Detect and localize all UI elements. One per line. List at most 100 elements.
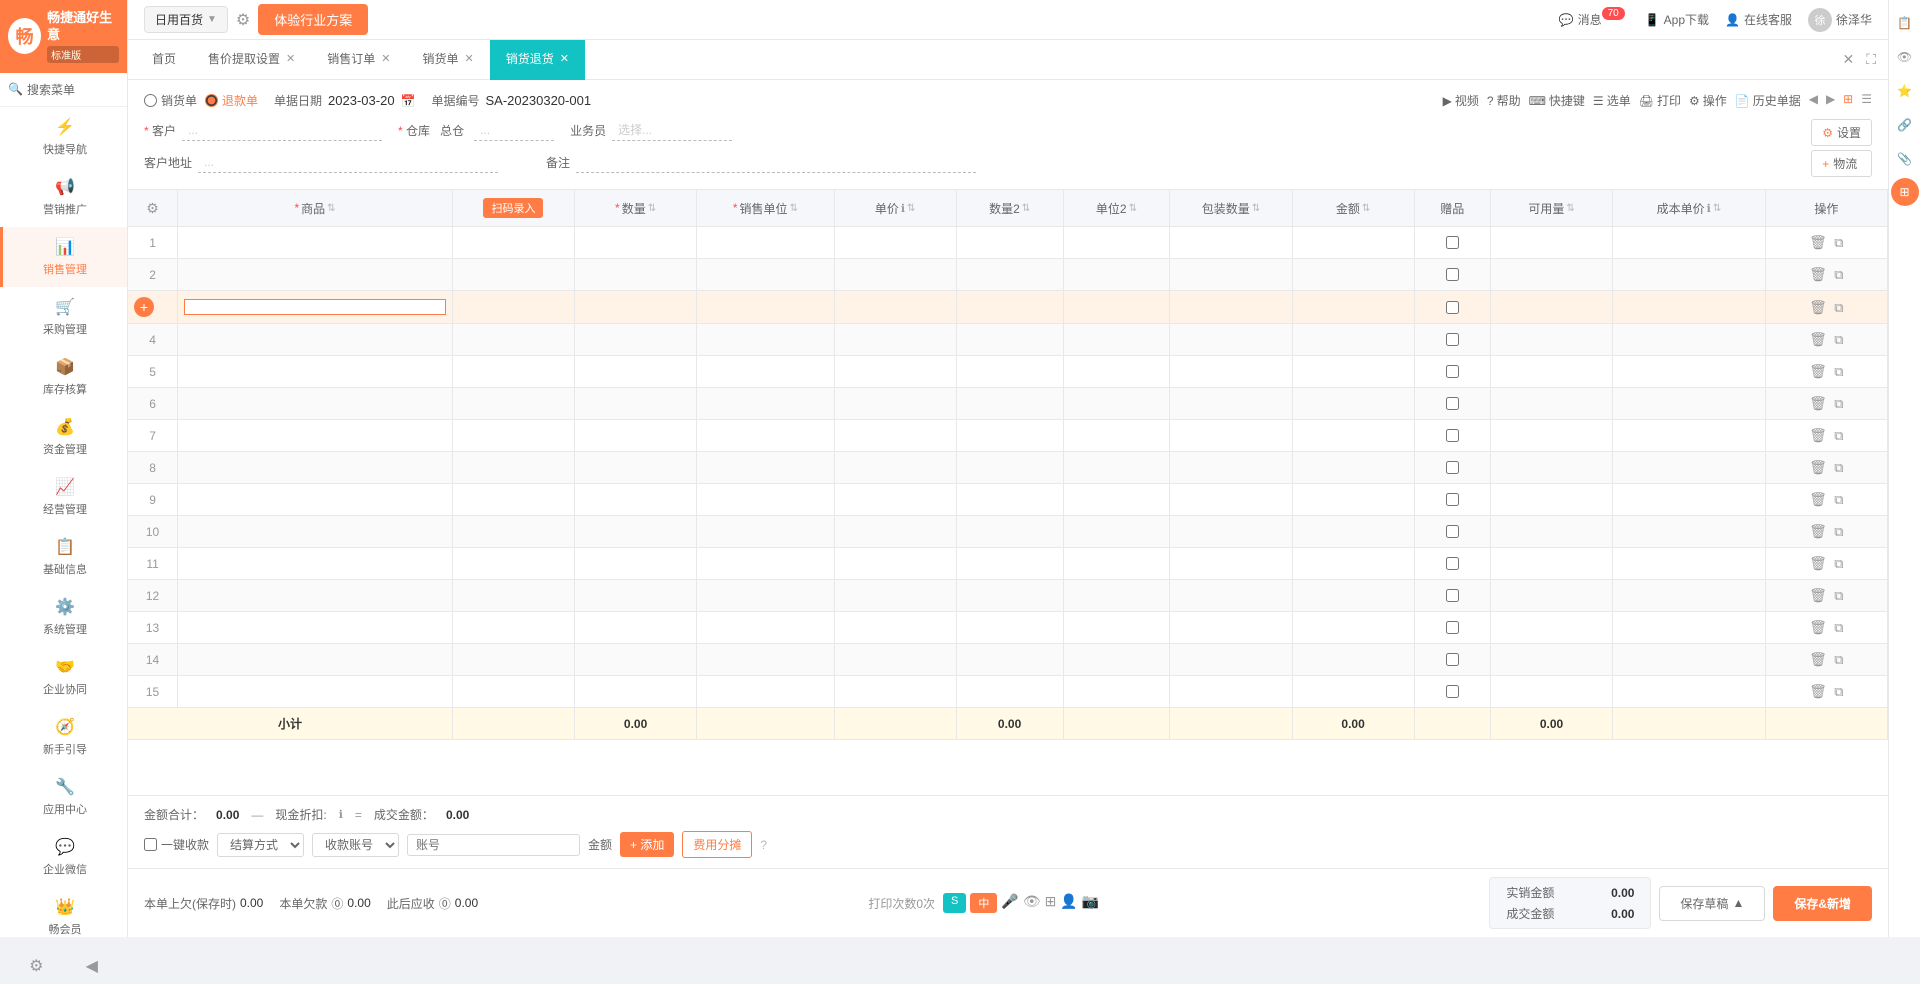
radio-return-input[interactable] [205, 94, 218, 107]
available-cell[interactable] [1490, 324, 1612, 356]
amount-cell[interactable] [1292, 516, 1414, 548]
copy-row-icon[interactable]: ⧉ [1834, 300, 1843, 315]
qty2-cell[interactable] [956, 452, 1063, 484]
qty2-cell[interactable] [956, 420, 1063, 452]
copy-row-icon[interactable]: ⧉ [1834, 460, 1843, 475]
gift-cell[interactable] [1414, 324, 1490, 356]
tab-sale-invoice[interactable]: 销货单 ✕ [406, 40, 489, 80]
delete-row-icon[interactable]: 🗑 [1809, 459, 1827, 475]
collapse-icon[interactable]: ◀ [86, 956, 98, 976]
qty2-cell[interactable] [956, 548, 1063, 580]
available-cell[interactable] [1490, 676, 1612, 708]
delete-row-icon[interactable]: 🗑 [1809, 619, 1827, 635]
copy-row-icon[interactable]: ⧉ [1834, 684, 1843, 699]
settings-icon[interactable]: ⚙ [29, 956, 43, 976]
gift-checkbox[interactable] [1446, 621, 1459, 634]
price-cell[interactable] [834, 644, 956, 676]
list-icon[interactable]: ☰ [1861, 92, 1872, 109]
unit-cell[interactable] [697, 548, 834, 580]
available-cell[interactable] [1490, 644, 1612, 676]
available-cell[interactable] [1490, 484, 1612, 516]
gift-cell[interactable] [1414, 612, 1490, 644]
copy-row-icon[interactable]: ⧉ [1834, 396, 1843, 411]
unit2-cell[interactable] [1063, 324, 1170, 356]
pack-qty-cell[interactable] [1170, 516, 1292, 548]
sidebar-item-inventory[interactable]: 📦 库存核算 [0, 347, 127, 407]
price-cell[interactable] [834, 324, 956, 356]
price-cell[interactable] [834, 356, 956, 388]
qty2-cell[interactable] [956, 612, 1063, 644]
amount-cell[interactable] [1292, 580, 1414, 612]
amount-cell[interactable] [1292, 452, 1414, 484]
delete-row-icon[interactable]: 🗑 [1809, 299, 1827, 315]
amount-cell[interactable] [1292, 259, 1414, 291]
gift-cell[interactable] [1414, 484, 1490, 516]
product-cell[interactable] [178, 324, 453, 356]
price-cell[interactable] [834, 388, 956, 420]
unit2-cell[interactable] [1063, 580, 1170, 612]
available-cell[interactable] [1490, 580, 1612, 612]
operate-btn[interactable]: ⚙ 操作 [1689, 92, 1727, 109]
gift-checkbox[interactable] [1446, 525, 1459, 538]
sort-amount-icon[interactable]: ⇅ [1362, 203, 1370, 214]
unit2-cell[interactable] [1063, 388, 1170, 420]
amount-cell[interactable] [1292, 291, 1414, 324]
experience-btn[interactable]: 体验行业方案 [258, 4, 368, 35]
price-cell[interactable] [834, 452, 956, 484]
delete-row-icon[interactable]: 🗑 [1809, 523, 1827, 539]
pack-qty-cell[interactable] [1170, 548, 1292, 580]
discount-info-icon[interactable]: ℹ [339, 808, 343, 821]
cost-cell[interactable] [1613, 324, 1766, 356]
price-cell[interactable] [834, 548, 956, 580]
cost-cell[interactable] [1613, 676, 1766, 708]
gift-checkbox[interactable] [1446, 236, 1459, 249]
qty-cell[interactable] [575, 548, 697, 580]
calendar-icon[interactable]: 📅 [401, 94, 416, 108]
right-panel-item-4[interactable]: 🔗 [1893, 110, 1916, 140]
qty2-cell[interactable] [956, 259, 1063, 291]
qty-cell[interactable] [575, 612, 697, 644]
cost-cell[interactable] [1613, 484, 1766, 516]
sidebar-item-purchase[interactable]: 🛒 采购管理 [0, 287, 127, 347]
copy-row-icon[interactable]: ⧉ [1834, 652, 1843, 667]
gift-checkbox[interactable] [1446, 268, 1459, 281]
pack-qty-cell[interactable] [1170, 324, 1292, 356]
close-all-icon[interactable]: ✕ [1838, 47, 1858, 72]
sidebar-item-wechat[interactable]: 💬 企业微信 [0, 827, 127, 887]
right-panel-item-6[interactable]: ⊞ [1891, 178, 1919, 206]
cost-cell[interactable] [1613, 227, 1766, 259]
settle-method-select[interactable]: 结算方式 [217, 833, 304, 857]
delete-row-icon[interactable]: 🗑 [1809, 427, 1827, 443]
column-settings-icon[interactable]: ⚙ [146, 200, 159, 216]
available-cell[interactable] [1490, 388, 1612, 420]
sidebar-item-enterprise[interactable]: 🤝 企业协同 [0, 647, 127, 707]
delete-row-icon[interactable]: 🗑 [1809, 683, 1827, 699]
radio-sale-input[interactable] [144, 94, 157, 107]
unit-cell[interactable] [697, 516, 834, 548]
amount-cell[interactable] [1292, 644, 1414, 676]
tab-sale-price[interactable]: 售价提取设置 ✕ [192, 40, 311, 80]
qty-cell[interactable] [575, 452, 697, 484]
price-cell[interactable] [834, 291, 956, 324]
cost-cell[interactable] [1613, 259, 1766, 291]
product-cell[interactable] [178, 644, 453, 676]
product-cell[interactable] [178, 452, 453, 484]
price-cell[interactable] [834, 580, 956, 612]
product-cell[interactable] [178, 516, 453, 548]
qty2-cell[interactable] [956, 484, 1063, 516]
sort-available-icon[interactable]: ⇅ [1566, 203, 1574, 214]
qty-cell[interactable] [575, 259, 697, 291]
qty-cell[interactable] [575, 356, 697, 388]
qty2-cell[interactable] [956, 580, 1063, 612]
delete-row-icon[interactable]: 🗑 [1809, 266, 1827, 282]
product-cell[interactable] [178, 227, 453, 259]
delete-row-icon[interactable]: 🗑 [1809, 331, 1827, 347]
sidebar-item-operation[interactable]: 📈 经营管理 [0, 467, 127, 527]
gift-checkbox[interactable] [1446, 589, 1459, 602]
unit2-cell[interactable] [1063, 356, 1170, 388]
sidebar-item-sales[interactable]: 📊 销售管理 [0, 227, 127, 287]
gift-checkbox[interactable] [1446, 461, 1459, 474]
sort-price-icon[interactable]: ⇅ [907, 203, 915, 214]
view-icon[interactable]: ⊞ [1843, 92, 1853, 109]
unit2-cell[interactable] [1063, 484, 1170, 516]
